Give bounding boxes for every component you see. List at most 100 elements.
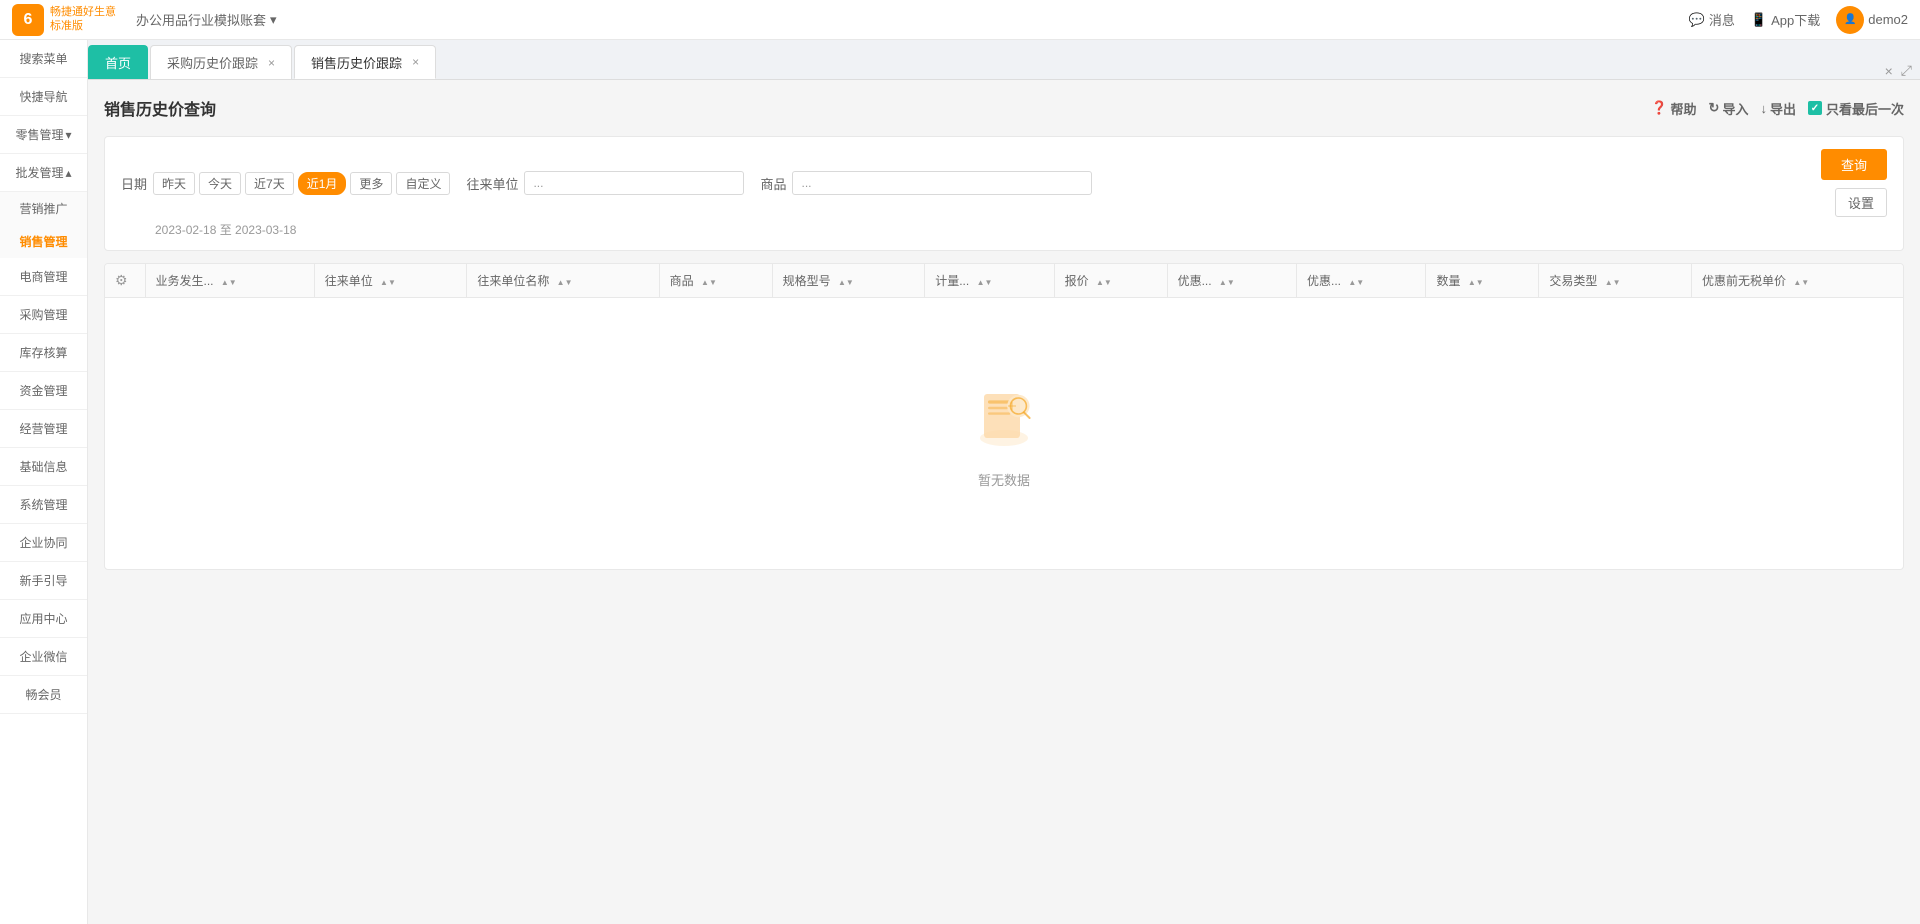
- wholesale-arrow-icon: ▴: [65, 166, 71, 180]
- sidebar-item-purchase[interactable]: 采购管理: [0, 296, 87, 334]
- table-header-row: ⚙ 业务发生... ▲▼ 往来单位 ▲▼ 往来单位名称: [105, 264, 1903, 298]
- date-range-display: 2023-02-18 至 2023-03-18: [155, 223, 296, 237]
- th-pretax-price[interactable]: 优惠前无税单价 ▲▼: [1692, 264, 1904, 298]
- from-unit-filter: 往来单位 ...: [466, 171, 744, 195]
- sidebar-sub-sales-mgmt[interactable]: 销售管理: [0, 225, 87, 258]
- th-trade-type[interactable]: 交易类型 ▲▼: [1539, 264, 1692, 298]
- sidebar-item-basic-info[interactable]: 基础信息: [0, 448, 87, 486]
- sidebar-item-finance[interactable]: 资金管理: [0, 372, 87, 410]
- tab-window-actions: × ⤢: [1885, 62, 1920, 79]
- top-bar-right: 💬 消息 📱 App下载 👤 demo2: [1689, 6, 1908, 34]
- user-avatar[interactable]: 👤 demo2: [1836, 6, 1908, 34]
- th-quote[interactable]: 报价 ▲▼: [1054, 264, 1167, 298]
- date-btn-today[interactable]: 今天: [199, 172, 241, 195]
- date-btn-yesterday[interactable]: 昨天: [153, 172, 195, 195]
- top-bar-left: 6 畅捷通好生意 标准版 办公用品行业模拟账套 ▾: [12, 4, 277, 36]
- sort-arrows-unit: ▲▼: [977, 278, 993, 287]
- help-button[interactable]: ❓ 帮助: [1651, 99, 1696, 118]
- th-unit-code[interactable]: 往来单位 ▲▼: [314, 264, 467, 298]
- top-bar: 6 畅捷通好生意 标准版 办公用品行业模拟账套 ▾ 💬 消息 📱 App下载 👤…: [0, 0, 1920, 40]
- filter-row-1: 日期 昨天 今天 近7天 近1月 更多 自定义 往来单位: [121, 149, 1887, 217]
- sidebar-item-app-center[interactable]: 应用中心: [0, 600, 87, 638]
- goods-dots: ...: [801, 176, 811, 190]
- goods-input[interactable]: ...: [792, 171, 1092, 195]
- window-maximize-button[interactable]: ⤢: [1901, 62, 1912, 79]
- download-icon: 📱: [1751, 12, 1767, 28]
- date-filter: 日期 昨天 今天 近7天 近1月 更多 自定义: [121, 172, 450, 195]
- tab-sales-history[interactable]: 销售历史价跟踪 ×: [294, 45, 436, 79]
- th-goods[interactable]: 商品 ▲▼: [659, 264, 772, 298]
- empty-state: 暂无数据: [105, 298, 1903, 569]
- sidebar-item-operation[interactable]: 经营管理: [0, 410, 87, 448]
- sidebar-item-search[interactable]: 搜索菜单: [0, 40, 87, 78]
- sidebar-item-system[interactable]: 系统管理: [0, 486, 87, 524]
- date-btn-custom[interactable]: 自定义: [396, 172, 450, 195]
- breadcrumb-dropdown-icon[interactable]: ▾: [270, 12, 277, 28]
- sort-arrows-unit-code: ▲▼: [380, 278, 396, 287]
- sidebar-item-ecommerce[interactable]: 电商管理: [0, 258, 87, 296]
- date-buttons: 昨天 今天 近7天 近1月 更多 自定义: [153, 172, 450, 195]
- sidebar-item-vip[interactable]: 畅会员: [0, 676, 87, 714]
- logo-area: 6 畅捷通好生意 标准版: [12, 4, 116, 36]
- message-button[interactable]: 💬 消息: [1689, 10, 1735, 29]
- page-content: 销售历史价查询 ❓ 帮助 ↻ 导入 ↓ 导出 ✓: [88, 80, 1920, 924]
- query-button[interactable]: 查询: [1821, 149, 1887, 180]
- sidebar-item-quick-nav[interactable]: 快捷导航: [0, 78, 87, 116]
- th-gear: ⚙: [105, 264, 145, 298]
- sidebar-sub-marketing[interactable]: 营销推广: [0, 192, 87, 225]
- retail-arrow-icon: ▾: [65, 128, 71, 142]
- goods-filter: 商品 ...: [760, 171, 1092, 195]
- sort-arrows-biz-date: ▲▼: [221, 278, 237, 287]
- date-label: 日期: [121, 174, 147, 193]
- from-unit-label: 往来单位: [466, 174, 518, 193]
- sort-arrows-quote: ▲▼: [1096, 278, 1112, 287]
- settings-button[interactable]: 设置: [1835, 188, 1887, 217]
- from-unit-dots: ...: [533, 176, 543, 190]
- goods-label: 商品: [760, 174, 786, 193]
- sidebar-item-newbie[interactable]: 新手引导: [0, 562, 87, 600]
- tab-home[interactable]: 首页: [88, 45, 148, 79]
- checkbox-checked-icon: ✓: [1808, 101, 1822, 115]
- table-container: ⚙ 业务发生... ▲▼ 往来单位 ▲▼ 往来单位名称: [104, 263, 1904, 570]
- sidebar-item-wholesale[interactable]: 批发管理 ▴: [0, 154, 87, 192]
- th-quantity[interactable]: 数量 ▲▼: [1426, 264, 1539, 298]
- content-area: 首页 采购历史价跟踪 × 销售历史价跟踪 × × ⤢ 销售历史价查询: [88, 40, 1920, 924]
- sort-arrows-unit-name: ▲▼: [557, 278, 573, 287]
- th-unit[interactable]: 计量... ▲▼: [925, 264, 1054, 298]
- only-last-checkbox[interactable]: ✓ 只看最后一次: [1808, 99, 1904, 118]
- tab-sales-history-close[interactable]: ×: [412, 55, 419, 69]
- th-biz-date[interactable]: 业务发生... ▲▼: [145, 264, 314, 298]
- date-btn-more[interactable]: 更多: [350, 172, 392, 195]
- from-unit-input[interactable]: ...: [524, 171, 744, 195]
- export-button[interactable]: ↓ 导出: [1760, 99, 1796, 118]
- tab-purchase-history-close[interactable]: ×: [268, 56, 275, 70]
- page-title: 销售历史价查询: [104, 96, 216, 120]
- gear-icon[interactable]: ⚙: [115, 272, 128, 288]
- sidebar-item-collab[interactable]: 企业协同: [0, 524, 87, 562]
- sort-arrows-discount2: ▲▼: [1348, 278, 1364, 287]
- tab-purchase-history[interactable]: 采购历史价跟踪 ×: [150, 45, 292, 79]
- data-table: ⚙ 业务发生... ▲▼ 往来单位 ▲▼ 往来单位名称: [105, 264, 1903, 298]
- page-title-actions: ❓ 帮助 ↻ 导入 ↓ 导出 ✓ 只看最后一次: [1651, 99, 1904, 118]
- import-button[interactable]: ↻ 导入: [1709, 99, 1749, 118]
- sidebar-item-inventory[interactable]: 库存核算: [0, 334, 87, 372]
- empty-icon: [964, 378, 1044, 458]
- sidebar-item-wechat[interactable]: 企业微信: [0, 638, 87, 676]
- main-layout: 搜索菜单 快捷导航 零售管理 ▾ 批发管理 ▴ 营销推广 销售管理 电商管理 采…: [0, 40, 1920, 924]
- date-btn-1month[interactable]: 近1月: [298, 172, 347, 195]
- filter-area: 日期 昨天 今天 近7天 近1月 更多 自定义 往来单位: [104, 136, 1904, 251]
- sort-arrows-discount1: ▲▼: [1219, 278, 1235, 287]
- th-discount2[interactable]: 优惠... ▲▼: [1297, 264, 1426, 298]
- import-icon: ↻: [1709, 100, 1720, 116]
- th-discount1[interactable]: 优惠... ▲▼: [1167, 264, 1296, 298]
- sort-arrows-pretax-price: ▲▼: [1793, 278, 1809, 287]
- date-btn-7days[interactable]: 近7天: [245, 172, 294, 195]
- avatar: 👤: [1836, 6, 1864, 34]
- th-unit-name[interactable]: 往来单位名称 ▲▼: [467, 264, 659, 298]
- breadcrumb: 办公用品行业模拟账套 ▾: [136, 10, 277, 29]
- logo-text: 畅捷通好生意 标准版: [50, 6, 116, 32]
- app-download-button[interactable]: 📱 App下载: [1751, 10, 1820, 29]
- sidebar-item-retail[interactable]: 零售管理 ▾: [0, 116, 87, 154]
- window-close-button[interactable]: ×: [1885, 63, 1893, 79]
- th-spec[interactable]: 规格型号 ▲▼: [772, 264, 925, 298]
